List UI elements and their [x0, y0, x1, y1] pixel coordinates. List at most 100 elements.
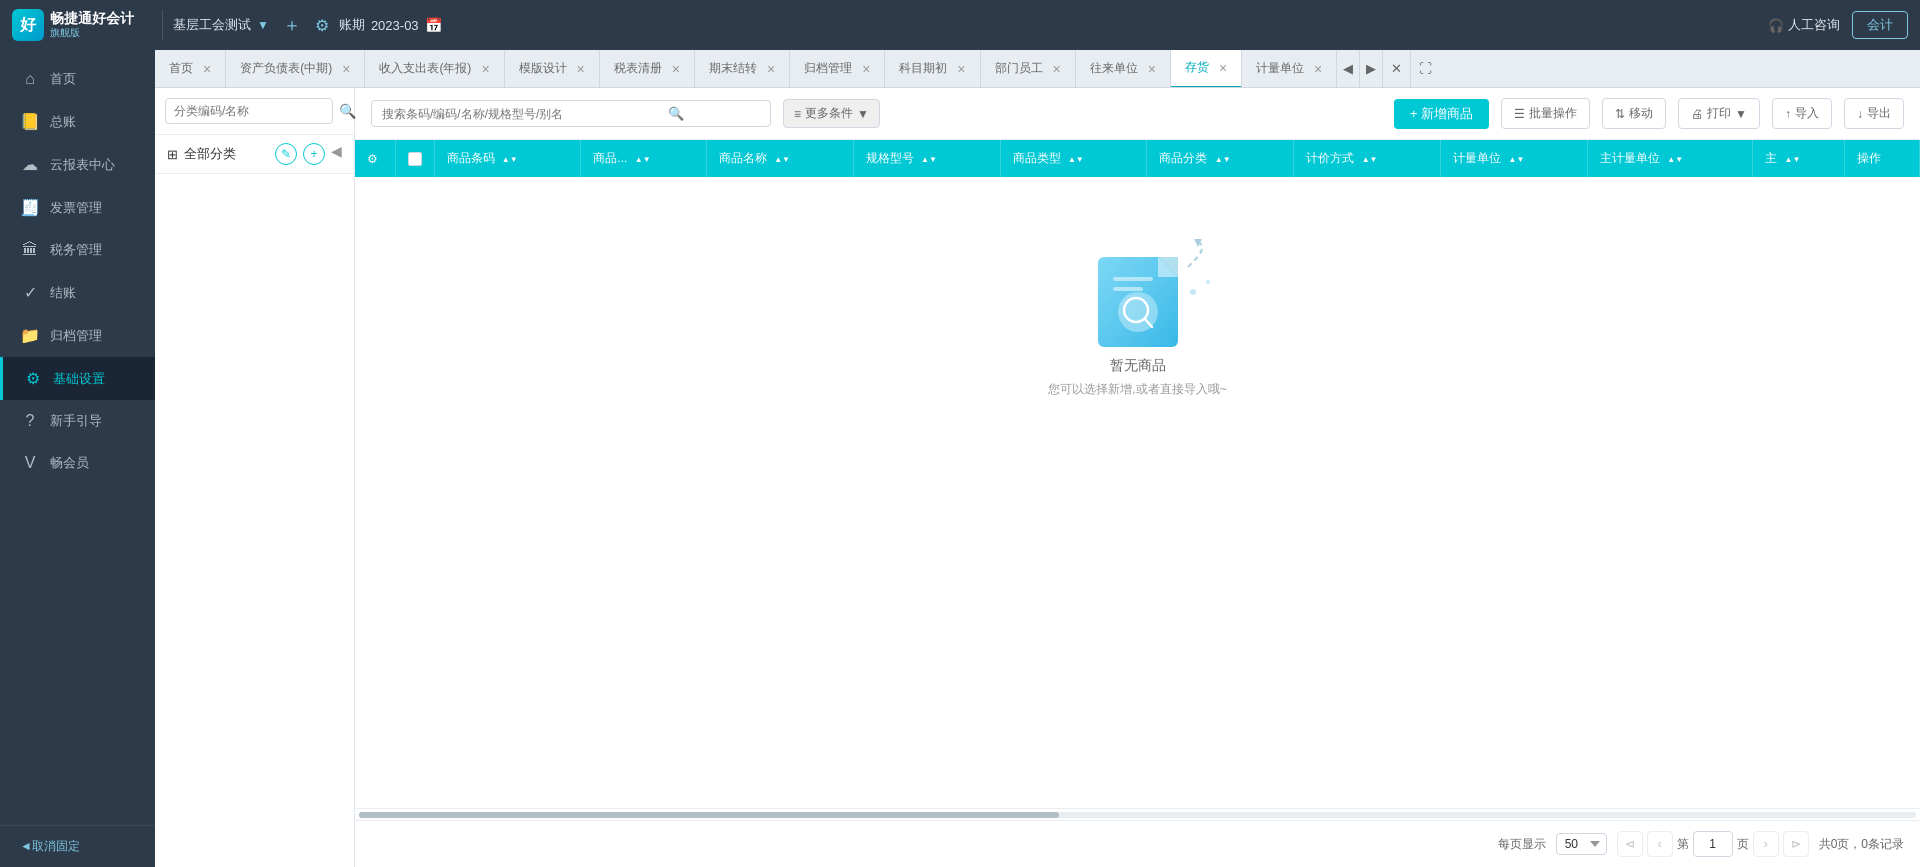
sidebar-item-invoice[interactable]: 🧾 发票管理 [0, 186, 155, 229]
logo-icon: 好 [12, 9, 44, 41]
sort-unit-icon[interactable]: ▲▼ [1509, 156, 1525, 164]
company-dropdown-icon: ▼ [257, 18, 269, 32]
tab-income-close[interactable]: × [481, 62, 489, 76]
sidebar-item-report[interactable]: ☁ 云报表中心 [0, 143, 155, 186]
scroll-left-btn[interactable]: ◀ [1337, 50, 1360, 88]
sort-main-unit-icon[interactable]: ▲▼ [1667, 156, 1683, 164]
header-divider [162, 10, 163, 40]
expand-btn[interactable]: ⛶ [1410, 50, 1440, 88]
tab-tax[interactable]: 税表清册 × [600, 50, 695, 88]
sidebar-item-ledger[interactable]: 📒 总账 [0, 100, 155, 143]
tab-unit-close[interactable]: × [1314, 62, 1322, 76]
sort-type-icon[interactable]: ▲▼ [1068, 156, 1084, 164]
collapse-icon[interactable]: ◀ [331, 143, 342, 165]
tab-unit-label: 计量单位 [1256, 60, 1304, 77]
sort-main-icon[interactable]: ▲▼ [1785, 156, 1801, 164]
sort-category-icon[interactable]: ▲▼ [1215, 156, 1231, 164]
prev-page-btn[interactable]: ‹ [1647, 831, 1673, 857]
import-button[interactable]: ↑ 导入 [1772, 98, 1832, 129]
close-all-tabs-btn[interactable]: ✕ [1383, 50, 1410, 88]
empty-state: 暂无商品 您可以选择新增,或者直接导入哦~ [355, 177, 1920, 458]
sidebar-item-guide[interactable]: ? 新手引导 [0, 400, 155, 442]
svg-point-10 [1206, 280, 1210, 284]
tab-inventory-close[interactable]: × [1219, 61, 1227, 75]
full-search-box: 🔍 [371, 100, 771, 127]
sort-name-icon[interactable]: ▲▼ [774, 156, 790, 164]
calendar-icon[interactable]: 📅 [425, 17, 442, 33]
company-name: 基层工会测试 [173, 16, 251, 34]
account-button[interactable]: 会计 [1852, 11, 1908, 39]
category-search-input[interactable] [165, 98, 333, 124]
tab-subject-close[interactable]: × [957, 62, 965, 76]
company-selector[interactable]: 基层工会测试 ▼ [173, 16, 269, 34]
tab-home-close[interactable]: × [203, 62, 211, 76]
unpin-btn[interactable]: ◄取消固定 [0, 825, 155, 867]
category-search-icon[interactable]: 🔍 [339, 103, 356, 119]
tab-template-close[interactable]: × [577, 62, 585, 76]
tab-contact-close[interactable]: × [1148, 62, 1156, 76]
sidebar-label-settle: 结账 [50, 284, 76, 302]
export-button[interactable]: ↓ 导出 [1844, 98, 1904, 129]
sidebar-item-basic[interactable]: ⚙ 基础设置 [0, 357, 155, 400]
scroll-right-btn[interactable]: ▶ [1360, 50, 1383, 88]
sidebar-item-home[interactable]: ⌂ 首页 [0, 58, 155, 100]
move-button[interactable]: ⇅ 移动 [1602, 98, 1666, 129]
add-tab-icon[interactable]: ＋ [279, 13, 305, 37]
per-page-select[interactable]: 50 10 20 100 [1556, 833, 1607, 855]
settle-icon: ✓ [20, 283, 40, 302]
sidebar-label-member: 畅会员 [50, 454, 89, 472]
sort-barcode-icon[interactable]: ▲▼ [502, 156, 518, 164]
sidebar-item-archive[interactable]: 📁 归档管理 [0, 314, 155, 357]
th-settings[interactable]: ⚙ [355, 140, 395, 177]
tab-subject[interactable]: 科目期初 × [885, 50, 980, 88]
header-checkbox[interactable] [408, 152, 422, 166]
tab-tax-close[interactable]: × [672, 62, 680, 76]
sort-code-icon[interactable]: ▲▼ [635, 156, 651, 164]
tab-dept-close[interactable]: × [1053, 62, 1061, 76]
content-area: 🔍 ⊞ 全部分类 ✎ + ◀ [155, 88, 1920, 867]
svg-rect-7 [1113, 287, 1143, 291]
tab-template[interactable]: 模版设计 × [505, 50, 600, 88]
filter-button[interactable]: ≡ 更多条件 ▼ [783, 99, 880, 128]
full-search-icon[interactable]: 🔍 [668, 106, 684, 121]
th-main-unit: 主计量单位 ▲▼ [1588, 140, 1753, 177]
tab-tax-label: 税表清册 [614, 60, 662, 77]
tab-period-label: 期末结转 [709, 60, 757, 77]
add-product-button[interactable]: + 新增商品 [1394, 99, 1489, 129]
first-page-btn[interactable]: ⊲ [1617, 831, 1643, 857]
tab-period-close[interactable]: × [767, 62, 775, 76]
sort-pricing-icon[interactable]: ▲▼ [1362, 156, 1378, 164]
sidebar-item-settle[interactable]: ✓ 结账 [0, 271, 155, 314]
tab-archive[interactable]: 归档管理 × [790, 50, 885, 88]
tab-balance[interactable]: 资产负债表(中期) × [226, 50, 365, 88]
member-icon: V [20, 454, 40, 472]
tab-home[interactable]: 首页 × [155, 50, 226, 88]
tab-inventory[interactable]: 存货 × [1171, 50, 1242, 88]
tab-contact[interactable]: 往来单位 × [1076, 50, 1171, 88]
service-btn[interactable]: 🎧 人工咨询 [1768, 16, 1840, 34]
last-page-btn[interactable]: ⊳ [1783, 831, 1809, 857]
sort-spec-icon[interactable]: ▲▼ [921, 156, 937, 164]
th-checkbox[interactable] [395, 140, 434, 177]
batch-operation-button[interactable]: ☰ 批量操作 [1501, 98, 1590, 129]
category-edit-btn[interactable]: ✎ [275, 143, 297, 165]
tab-period[interactable]: 期末结转 × [695, 50, 790, 88]
category-add-btn[interactable]: + [303, 143, 325, 165]
print-button[interactable]: 🖨 打印 ▼ [1678, 98, 1760, 129]
sidebar-item-member[interactable]: V 畅会员 [0, 442, 155, 484]
tab-unit[interactable]: 计量单位 × [1242, 50, 1337, 88]
tab-income[interactable]: 收入支出表(年报) × [365, 50, 504, 88]
horizontal-scrollbar[interactable] [355, 808, 1920, 820]
scrollbar-thumb[interactable] [359, 812, 1059, 818]
th-action: 操作 [1845, 140, 1920, 177]
tab-dept[interactable]: 部门员工 × [981, 50, 1076, 88]
tab-balance-close[interactable]: × [342, 62, 350, 76]
sidebar-label-home: 首页 [50, 70, 76, 88]
full-search-input[interactable] [382, 107, 662, 121]
toolbar: 🔍 ≡ 更多条件 ▼ + 新增商品 ☰ 批量操作 ⇅ 移动 [355, 88, 1920, 140]
next-page-btn[interactable]: › [1753, 831, 1779, 857]
sidebar-item-tax[interactable]: 🏛 税务管理 [0, 229, 155, 271]
page-input[interactable] [1693, 831, 1733, 857]
tab-archive-close[interactable]: × [862, 62, 870, 76]
settings-icon[interactable]: ⚙ [315, 16, 329, 35]
